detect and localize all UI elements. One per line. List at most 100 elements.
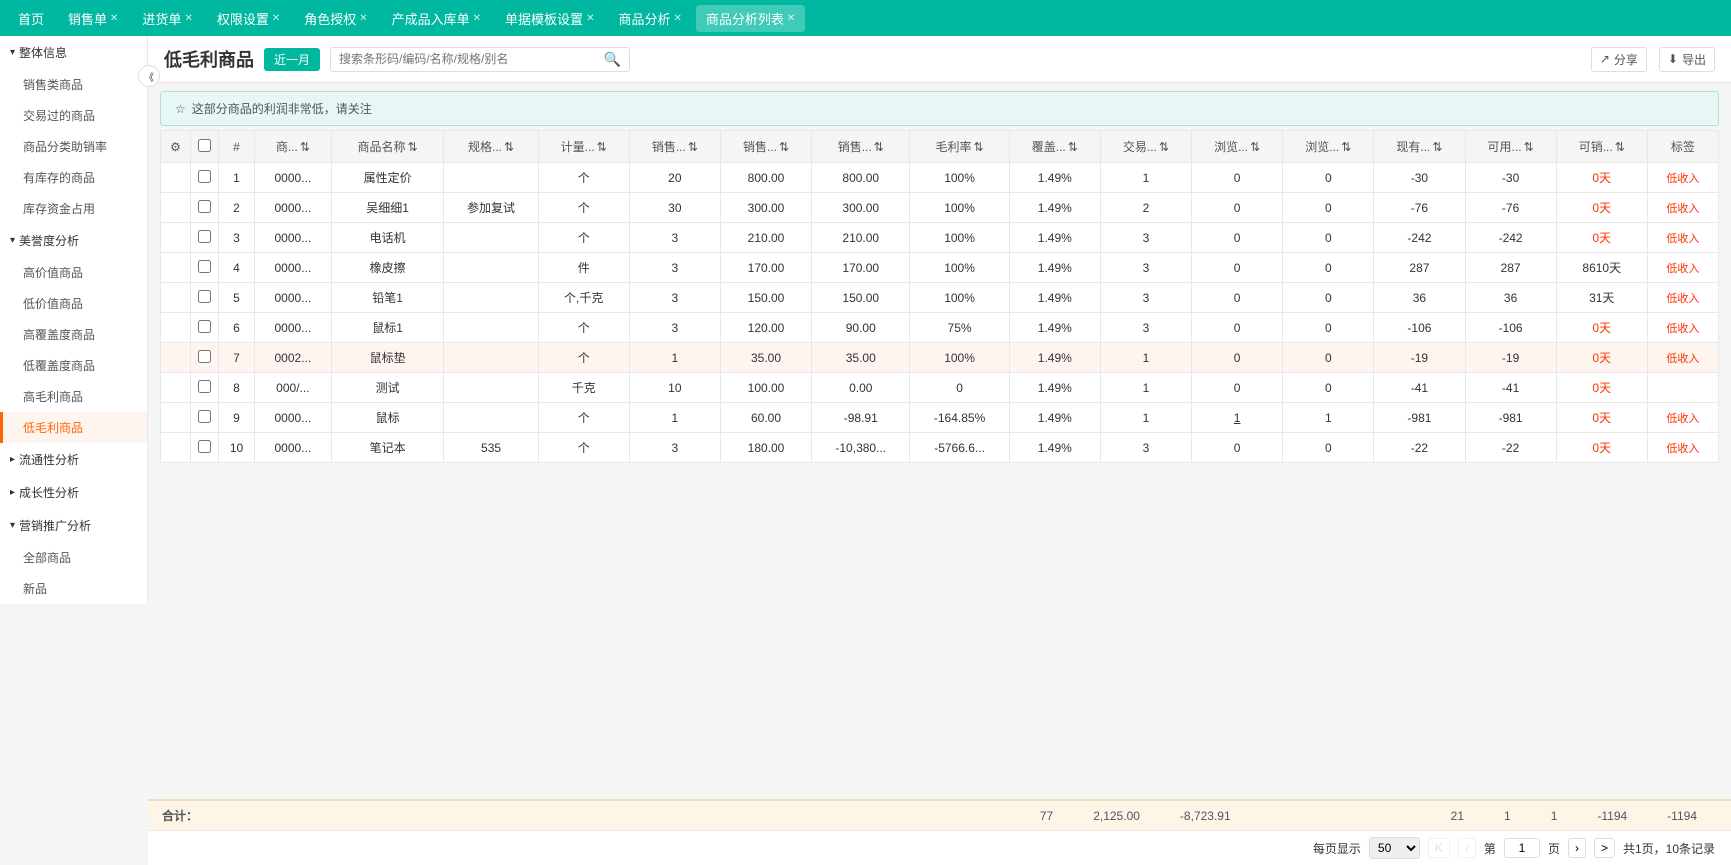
- th-check[interactable]: [191, 131, 219, 163]
- nav-sales[interactable]: 销售单 ✕: [58, 5, 128, 32]
- sidebar-item-in-stock[interactable]: 有库存的商品: [0, 162, 147, 193]
- th-code[interactable]: 商...⇅: [255, 131, 332, 163]
- nav-role[interactable]: 角色授权 ✕: [294, 5, 377, 32]
- th-view2[interactable]: 浏览...⇅: [1283, 131, 1374, 163]
- th-sale-qty[interactable]: 销售...⇅: [629, 131, 720, 163]
- sidebar-item-all-goods[interactable]: 全部商品: [0, 542, 147, 573]
- cell-check-7[interactable]: [191, 373, 219, 403]
- th-gross-rate[interactable]: 毛利率⇅: [910, 131, 1009, 163]
- nav-template-close[interactable]: ✕: [586, 13, 594, 24]
- sidebar-group-reputation[interactable]: ▾ 美誉度分析: [0, 224, 147, 257]
- row-checkbox-7[interactable]: [198, 380, 211, 393]
- nav-permissions[interactable]: 权限设置 ✕: [207, 5, 290, 32]
- nav-template[interactable]: 单据模板设置 ✕: [495, 5, 604, 32]
- cell-check-6[interactable]: [191, 343, 219, 373]
- sidebar-item-low-coverage[interactable]: 低覆盖度商品: [0, 350, 147, 381]
- nav-purchase-close[interactable]: ✕: [184, 13, 192, 24]
- row-checkbox-1[interactable]: [198, 200, 211, 213]
- cell-check-5[interactable]: [191, 313, 219, 343]
- row-checkbox-2[interactable]: [198, 230, 211, 243]
- nav-analysis[interactable]: 商品分析 ✕: [608, 5, 691, 32]
- cell-view1-6[interactable]: 0: [1192, 343, 1283, 373]
- th-trade[interactable]: 交易...⇅: [1100, 131, 1191, 163]
- cell-view1-4[interactable]: 0: [1192, 283, 1283, 313]
- cell-check-9[interactable]: [191, 433, 219, 463]
- cell-check-4[interactable]: [191, 283, 219, 313]
- cell-check-0[interactable]: [191, 163, 219, 193]
- th-sale-amount[interactable]: 销售...⇅: [812, 131, 910, 163]
- nav-permissions-close[interactable]: ✕: [272, 13, 280, 24]
- sidebar-item-high-coverage[interactable]: 高覆盖度商品: [0, 319, 147, 350]
- next-page-button[interactable]: ›: [1568, 838, 1586, 858]
- sidebar-item-sales-goods[interactable]: 销售类商品: [0, 69, 147, 100]
- nav-product-in-close[interactable]: ✕: [473, 13, 481, 24]
- nav-product-in[interactable]: 产成品入库单 ✕: [382, 5, 491, 32]
- row-checkbox-4[interactable]: [198, 290, 211, 303]
- th-tag[interactable]: 标签: [1647, 131, 1718, 163]
- row-checkbox-8[interactable]: [198, 410, 211, 423]
- cell-check-3[interactable]: [191, 253, 219, 283]
- sidebar-group-overall[interactable]: ▾ 整体信息: [0, 36, 147, 69]
- nav-analysis-list[interactable]: 商品分析列表 ✕: [696, 5, 805, 32]
- th-settings[interactable]: ⚙: [161, 131, 191, 163]
- last-page-button[interactable]: >: [1594, 838, 1615, 858]
- cell-view1-3[interactable]: 0: [1192, 253, 1283, 283]
- th-view1[interactable]: 浏览...⇅: [1192, 131, 1283, 163]
- search-icon[interactable]: 🔍: [604, 51, 621, 68]
- th-saleable[interactable]: 可销...⇅: [1556, 131, 1647, 163]
- cell-view1-9[interactable]: 0: [1192, 433, 1283, 463]
- nav-sales-close[interactable]: ✕: [110, 13, 118, 24]
- export-button[interactable]: ⬇ 导出: [1659, 47, 1715, 72]
- cell-view1-8[interactable]: 1: [1192, 403, 1283, 433]
- prev-page-button[interactable]: ‹: [1458, 838, 1476, 858]
- sidebar-group-circulation[interactable]: ▸ 流通性分析: [0, 443, 147, 476]
- sidebar-item-high-gross[interactable]: 高毛利商品: [0, 381, 147, 412]
- page-input[interactable]: [1504, 838, 1540, 858]
- sidebar-item-category-rate[interactable]: 商品分类助销率: [0, 131, 147, 162]
- sidebar-item-new-goods[interactable]: 新品: [0, 573, 147, 604]
- cell-check-1[interactable]: [191, 193, 219, 223]
- sidebar-item-stock-capital[interactable]: 库存资金占用: [0, 193, 147, 224]
- search-input[interactable]: [339, 52, 604, 66]
- row-checkbox-3[interactable]: [198, 260, 211, 273]
- th-available[interactable]: 可用...⇅: [1465, 131, 1556, 163]
- row-checkbox-5[interactable]: [198, 320, 211, 333]
- row-checkbox-0[interactable]: [198, 170, 211, 183]
- th-unit[interactable]: 计量...⇅: [538, 131, 629, 163]
- th-spec[interactable]: 规格...⇅: [444, 131, 538, 163]
- cell-check-2[interactable]: [191, 223, 219, 253]
- cell-view1-5[interactable]: 0: [1192, 313, 1283, 343]
- cell-sale-qty-2: 3: [629, 223, 720, 253]
- header-actions: ↗ 分享 ⬇ 导出: [1591, 47, 1715, 72]
- th-current[interactable]: 现有...⇅: [1374, 131, 1465, 163]
- nav-role-close[interactable]: ✕: [359, 13, 367, 24]
- share-button[interactable]: ↗ 分享: [1591, 47, 1647, 72]
- nav-home[interactable]: 首页: [8, 5, 54, 32]
- cell-view1-7[interactable]: 0: [1192, 373, 1283, 403]
- cell-view1-2[interactable]: 0: [1192, 223, 1283, 253]
- th-name[interactable]: 商品名称⇅: [331, 131, 444, 163]
- row-checkbox-9[interactable]: [198, 440, 211, 453]
- per-page-select[interactable]: 50 100 200: [1369, 837, 1420, 859]
- row-checkbox-6[interactable]: [198, 350, 211, 363]
- sidebar-item-low-gross[interactable]: 低毛利商品: [0, 412, 147, 443]
- first-page-button[interactable]: K: [1428, 838, 1450, 858]
- date-filter-button[interactable]: 近一月: [264, 48, 320, 71]
- cell-view1-1[interactable]: 0: [1192, 193, 1283, 223]
- cell-unit-7: 千克: [538, 373, 629, 403]
- select-all-checkbox[interactable]: [198, 139, 211, 152]
- th-coverage[interactable]: 覆盖...⇅: [1009, 131, 1100, 163]
- th-sale-price[interactable]: 销售...⇅: [720, 131, 811, 163]
- sidebar-group-growth[interactable]: ▸ 成长性分析: [0, 476, 147, 509]
- nav-analysis-close[interactable]: ✕: [673, 13, 681, 24]
- cell-check-8[interactable]: [191, 403, 219, 433]
- sidebar-item-high-value[interactable]: 高价值商品: [0, 257, 147, 288]
- sidebar-collapse-button[interactable]: 《: [138, 65, 160, 87]
- search-box[interactable]: 🔍: [330, 47, 630, 72]
- nav-purchase[interactable]: 进货单 ✕: [132, 5, 202, 32]
- sidebar-item-traded-goods[interactable]: 交易过的商品: [0, 100, 147, 131]
- nav-analysis-list-close[interactable]: ✕: [787, 13, 795, 24]
- sidebar-group-marketing[interactable]: ▾ 营销推广分析: [0, 509, 147, 542]
- cell-view1-0[interactable]: 0: [1192, 163, 1283, 193]
- sidebar-item-low-value[interactable]: 低价值商品: [0, 288, 147, 319]
